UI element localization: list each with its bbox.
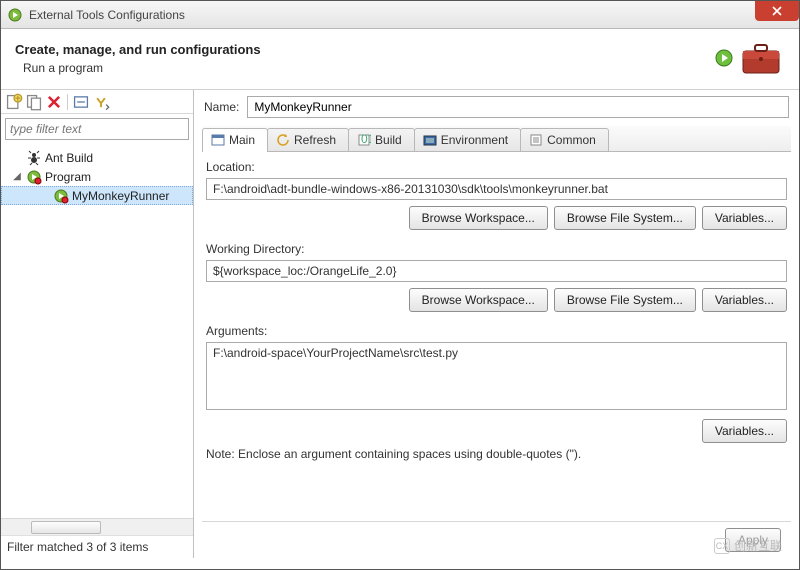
name-label: Name: bbox=[204, 100, 239, 114]
tree-node-program[interactable]: ◢ Program bbox=[1, 167, 193, 186]
build-icon: 010 bbox=[357, 133, 371, 147]
run-icon bbox=[715, 49, 733, 67]
arguments-label: Arguments: bbox=[206, 324, 787, 338]
location-input[interactable] bbox=[206, 178, 787, 200]
location-label: Location: bbox=[206, 160, 787, 174]
svg-text:010: 010 bbox=[361, 133, 371, 146]
tab-label: Build bbox=[375, 133, 402, 147]
workingdir-variables-button[interactable]: Variables... bbox=[702, 288, 787, 312]
tree-label: Ant Build bbox=[45, 151, 93, 165]
collapse-all-icon[interactable] bbox=[72, 93, 90, 111]
tree-label: MyMonkeyRunner bbox=[72, 189, 169, 203]
tree-label: Program bbox=[45, 170, 91, 184]
tab-label: Main bbox=[229, 133, 255, 147]
name-input[interactable] bbox=[247, 96, 789, 118]
sidebar: Ant Build ◢ Program MyMonkeyRunner Filte… bbox=[1, 90, 194, 558]
location-group: Location: Browse Workspace... Browse Fil… bbox=[206, 160, 787, 230]
delete-config-icon[interactable] bbox=[45, 93, 63, 111]
location-browse-workspace-button[interactable]: Browse Workspace... bbox=[409, 206, 548, 230]
sidebar-hscrollbar[interactable] bbox=[1, 519, 193, 536]
main-tab-panel: Location: Browse Workspace... Browse Fil… bbox=[202, 152, 791, 521]
dialog-header: Create, manage, and run configurations R… bbox=[1, 29, 799, 90]
toolbar-separator bbox=[67, 94, 68, 110]
titlebar: External Tools Configurations bbox=[1, 1, 799, 29]
name-row: Name: bbox=[202, 92, 791, 126]
duplicate-config-icon[interactable] bbox=[25, 93, 43, 111]
location-browse-filesystem-button[interactable]: Browse File System... bbox=[554, 206, 696, 230]
tab-main[interactable]: Main bbox=[202, 128, 268, 152]
main-footer: Apply bbox=[202, 521, 791, 558]
toolbox-icon bbox=[737, 37, 785, 79]
sidebar-toolbar bbox=[1, 90, 193, 114]
program-icon bbox=[53, 188, 69, 204]
tab-label: Common bbox=[547, 133, 596, 147]
close-button[interactable] bbox=[755, 1, 799, 21]
workingdir-browse-filesystem-button[interactable]: Browse File System... bbox=[554, 288, 696, 312]
program-icon bbox=[26, 169, 42, 185]
tree-node-mymonkeyrunner[interactable]: MyMonkeyRunner bbox=[1, 186, 193, 205]
environment-icon bbox=[423, 133, 437, 147]
location-variables-button[interactable]: Variables... bbox=[702, 206, 787, 230]
header-title: Create, manage, and run configurations bbox=[15, 42, 261, 57]
window-title: External Tools Configurations bbox=[29, 8, 185, 22]
common-icon bbox=[529, 133, 543, 147]
refresh-icon bbox=[276, 133, 290, 147]
new-config-icon[interactable] bbox=[5, 93, 23, 111]
arguments-note: Note: Enclose an argument containing spa… bbox=[206, 447, 787, 461]
filter-status: Filter matched 3 of 3 items bbox=[1, 536, 193, 558]
header-subtitle: Run a program bbox=[23, 61, 261, 75]
workingdir-browse-workspace-button[interactable]: Browse Workspace... bbox=[409, 288, 548, 312]
arguments-variables-button[interactable]: Variables... bbox=[702, 419, 787, 443]
app-icon bbox=[7, 7, 23, 23]
main-tab-icon bbox=[211, 133, 225, 147]
main-panel: Name: Main Refresh 010 Build Environment bbox=[194, 90, 799, 558]
dialog-body: Ant Build ◢ Program MyMonkeyRunner Filte… bbox=[1, 90, 799, 558]
filter-input[interactable] bbox=[5, 118, 189, 140]
working-dir-label: Working Directory: bbox=[206, 242, 787, 256]
apply-button[interactable]: Apply bbox=[725, 528, 781, 552]
tab-environment[interactable]: Environment bbox=[414, 128, 521, 151]
filter-menu-icon[interactable] bbox=[92, 93, 110, 111]
tab-common[interactable]: Common bbox=[520, 128, 609, 151]
collapse-icon[interactable]: ◢ bbox=[11, 171, 23, 182]
config-tree: Ant Build ◢ Program MyMonkeyRunner bbox=[1, 144, 193, 518]
tab-label: Refresh bbox=[294, 133, 336, 147]
filter-box bbox=[5, 118, 189, 140]
ant-icon bbox=[26, 150, 42, 166]
working-dir-input[interactable] bbox=[206, 260, 787, 282]
tab-label: Environment bbox=[441, 133, 508, 147]
working-dir-group: Working Directory: Browse Workspace... B… bbox=[206, 242, 787, 312]
arguments-input[interactable]: F:\android-space\YourProjectName\src\tes… bbox=[206, 342, 787, 410]
tree-node-ant-build[interactable]: Ant Build bbox=[1, 148, 193, 167]
tab-build[interactable]: 010 Build bbox=[348, 128, 415, 151]
tab-refresh[interactable]: Refresh bbox=[267, 128, 349, 151]
arguments-group: Arguments: F:\android-space\YourProjectN… bbox=[206, 324, 787, 461]
tab-bar: Main Refresh 010 Build Environment Commo… bbox=[202, 126, 791, 152]
